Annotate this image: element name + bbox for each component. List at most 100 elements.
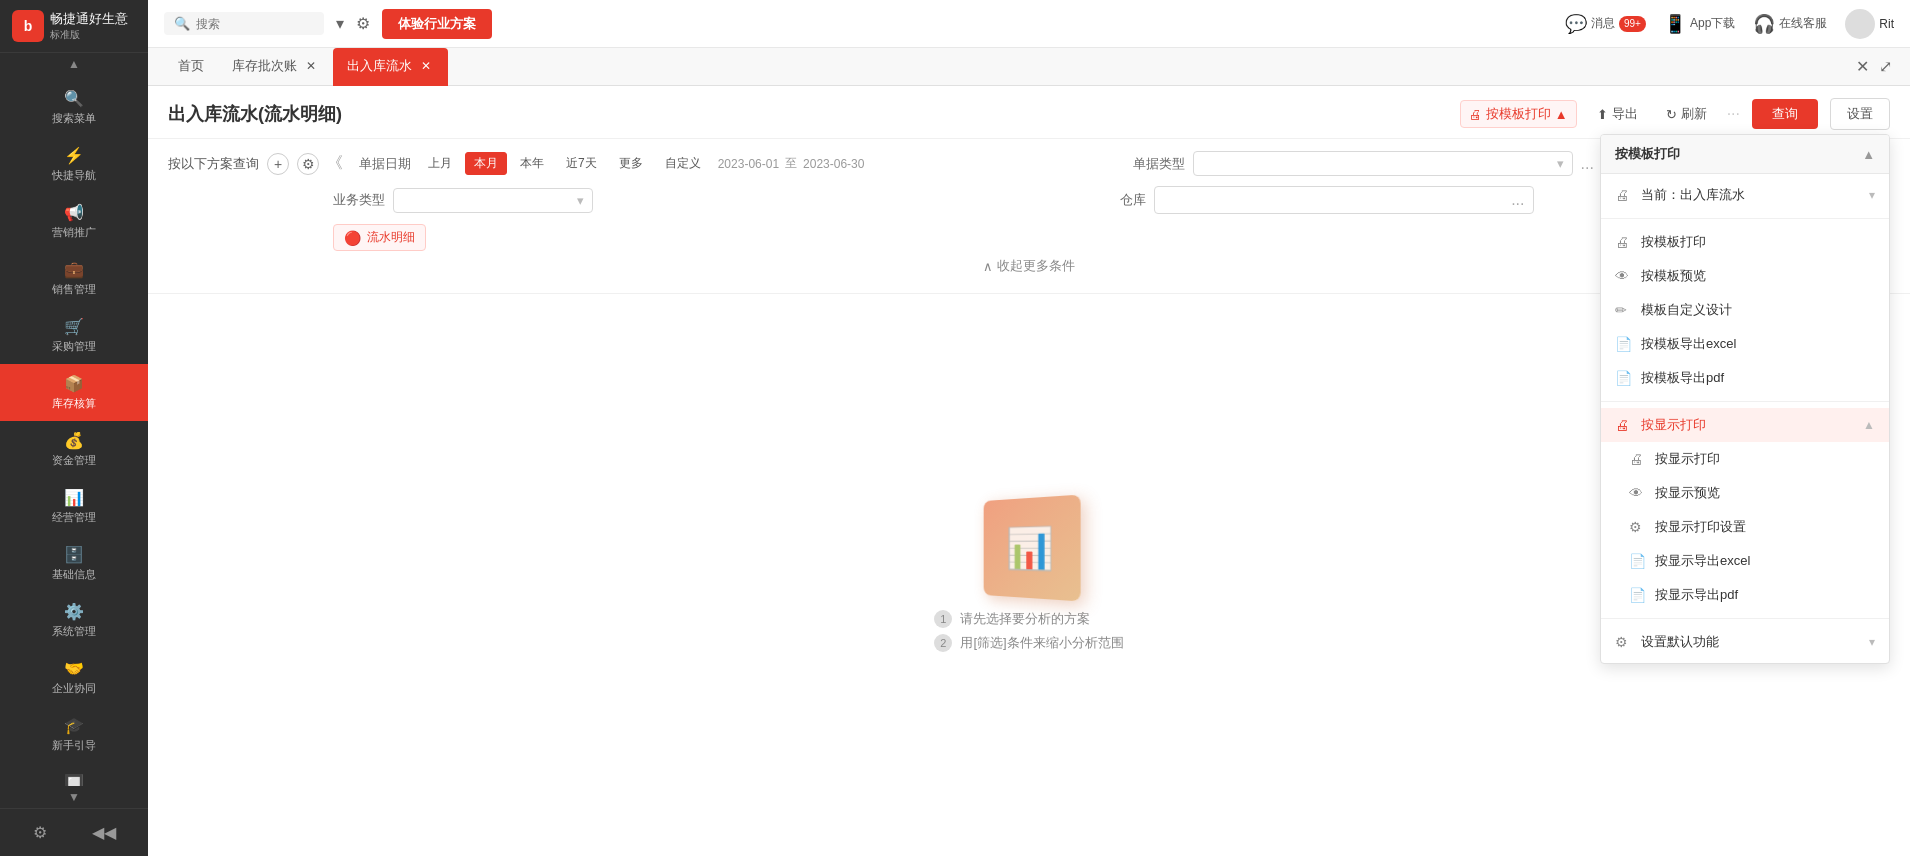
logo-icon: b [12,10,44,42]
filter-label-section: 按以下方案查询 + ⚙ 《 [168,153,343,175]
sidebar-item-purchase[interactable]: 🛒 采购管理 [0,307,148,364]
sidebar-settings-btn[interactable]: ⚙ [29,819,51,846]
template-custom-icon: ✏ [1615,302,1633,318]
search-input[interactable] [196,17,314,31]
shortcut-custom[interactable]: 自定义 [656,152,710,175]
dropdown-item-template-preview[interactable]: 👁 按模板预览 [1601,259,1889,293]
print-btn-group[interactable]: 🖨 按模板打印 ▲ [1460,100,1577,128]
sidebar-item-base[interactable]: 🗄️ 基础信息 [0,535,148,592]
shortcut-more[interactable]: 更多 [610,152,652,175]
dropdown-item-display-print[interactable]: 🖨 按显示打印 [1601,442,1889,476]
dropdown-item-template-excel[interactable]: 📄 按模板导出excel [1601,327,1889,361]
tab-close-all-btn[interactable]: ✕ [1854,55,1871,78]
warehouse-dots[interactable]: ... [1511,191,1524,209]
voucher-dots[interactable]: ... [1581,155,1594,173]
date-shortcuts: 上月 本月 本年 近7天 更多 自定义 [419,152,710,175]
tabs-bar: 首页 库存批次账 ✕ 出入库流水 ✕ ✕ ⤢ [148,48,1910,86]
sidebar: b 畅捷通好生意 标准版 ▲ 🔍 搜索菜单 ⚡ 快捷导航 📢 营销推广 💼 销售… [0,0,148,856]
export-icon: ⬆ [1597,107,1608,122]
trial-btn[interactable]: 体验行业方案 [382,9,492,39]
sidebar-item-guide[interactable]: 🎓 新手引导 [0,706,148,763]
avatar [1845,9,1875,39]
tab-batch[interactable]: 库存批次账 ✕ [218,48,333,86]
voucher-type-select[interactable]: ▾ [1193,151,1573,176]
dropdown-item-default-settings[interactable]: ⚙ 设置默认功能 ▾ [1601,625,1889,659]
message-badge: 99+ [1619,16,1646,32]
display-excel-icon: 📄 [1629,553,1647,569]
tab-batch-close[interactable]: ✕ [303,58,319,74]
system-nav-icon: ⚙️ [64,602,84,621]
tab-expand-btn[interactable]: ⤢ [1877,55,1894,78]
display-print-icon: 🖨 [1629,451,1647,467]
sidebar-item-sales[interactable]: 💼 销售管理 [0,250,148,307]
dropdown-item-template-print[interactable]: 🖨 按模板打印 [1601,225,1889,259]
sidebar-item-quick[interactable]: ⚡ 快捷导航 [0,136,148,193]
display-settings-icon: ⚙ [1629,519,1647,535]
dropdown-item-display-pdf[interactable]: 📄 按显示导出pdf [1601,578,1889,612]
display-pdf-icon: 📄 [1629,587,1647,603]
dropdown-item-display-excel[interactable]: 📄 按显示导出excel [1601,544,1889,578]
dropdown-item-template-pdf[interactable]: 📄 按模板导出pdf [1601,361,1889,395]
sidebar-item-enterprise[interactable]: 🤝 企业协同 [0,649,148,706]
service-icon: 🎧 [1753,13,1775,35]
filter-settings-btn[interactable]: ⚙ [297,153,319,175]
sidebar-item-operation[interactable]: 📊 经营管理 [0,478,148,535]
tab-home[interactable]: 首页 [164,48,218,86]
current-arrow-icon: ▾ [1869,188,1875,202]
filter-date-group: 单据日期 上月 本月 本年 近7天 更多 自定义 2023-06-01 至 [359,152,1117,175]
dropdown-item-display-settings[interactable]: ⚙ 按显示打印设置 [1601,510,1889,544]
sidebar-item-system[interactable]: ⚙️ 系统管理 [0,592,148,649]
content-area: 出入库流水(流水明细) 🖨 按模板打印 ▲ ⬆ 导出 ↻ 刷新 [148,86,1910,856]
dropdown-default-section: ⚙ 设置默认功能 ▾ [1601,621,1889,663]
filter-chip-liushui[interactable]: 🔴 流水明细 [333,224,426,251]
divider-1 [1601,218,1889,219]
sidebar-item-search[interactable]: 🔍 搜索菜单 [0,79,148,136]
sidebar-item-inventory[interactable]: 📦 库存核算 [0,364,148,421]
topbar-dropdown-icon[interactable]: ▾ [336,14,344,33]
dropdown-current-item[interactable]: 🖨 当前：出入库流水 ▾ [1601,178,1889,212]
query-button[interactable]: 查询 [1752,99,1818,129]
sidebar-bottom: ⚙ ◀◀ [0,808,148,856]
shortcut-this-year[interactable]: 本年 [511,152,553,175]
sidebar-collapse-btn[interactable]: ◀◀ [88,819,120,846]
dropdown-item-display-preview[interactable]: 👁 按显示预览 [1601,476,1889,510]
print-dropdown-panel: 按模板打印 ▲ 🖨 当前：出入库流水 ▾ [1600,134,1890,664]
collapse-more-up-icon: ∧ [983,259,993,274]
shortcut-this-month[interactable]: 本月 [465,152,507,175]
shortcut-last-7-days[interactable]: 近7天 [557,152,606,175]
template-print-icon: 🖨 [1615,234,1633,250]
warehouse-select[interactable]: ... [1154,186,1534,214]
business-type-select[interactable]: ▾ [393,188,593,213]
message-btn[interactable]: 💬 消息 99+ [1565,13,1646,35]
dropdown-item-template-custom[interactable]: ✏ 模板自定义设计 [1601,293,1889,327]
display-preview-icon: 👁 [1629,485,1647,501]
tab-flow[interactable]: 出入库流水 ✕ [333,48,448,86]
refresh-btn[interactable]: ↻ 刷新 [1658,101,1715,127]
app-download-btn[interactable]: 📱 App下载 [1664,13,1735,35]
marketing-nav-icon: 📢 [64,203,84,222]
shortcut-last-month[interactable]: 上月 [419,152,461,175]
dropdown-header-arrow[interactable]: ▲ [1862,147,1875,162]
sidebar-item-finance[interactable]: 💰 资金管理 [0,421,148,478]
tab-flow-close[interactable]: ✕ [418,58,434,74]
default-settings-icon: ⚙ [1615,634,1633,650]
sidebar-logo: b 畅捷通好生意 标准版 [0,0,148,53]
settings-button[interactable]: 设置 [1830,98,1890,130]
action-more-dots[interactable]: ··· [1727,105,1740,123]
divider-3 [1601,618,1889,619]
sidebar-scroll-down[interactable]: ▼ [0,786,148,808]
sidebar-item-apps[interactable]: 🔲 应用中心 [0,763,148,786]
topbar-gear-icon[interactable]: ⚙ [356,14,370,33]
topbar-search-box[interactable]: 🔍 [164,12,324,35]
empty-illustration: 📊 [984,495,1081,602]
online-service-btn[interactable]: 🎧 在线客服 [1753,13,1827,35]
dropdown-item-display-section-header[interactable]: 🖨 按显示打印 ▲ [1601,408,1889,442]
user-avatar-btn[interactable]: Rit [1845,9,1894,39]
purchase-nav-icon: 🛒 [64,317,84,336]
filter-collapse-icon[interactable]: 《 [327,153,343,174]
empty-step-2: 2 用[筛选]条件来缩小分析范围 [934,634,1123,652]
sidebar-scroll-up[interactable]: ▲ [0,53,148,75]
export-btn[interactable]: ⬆ 导出 [1589,101,1646,127]
sidebar-item-marketing[interactable]: 📢 营销推广 [0,193,148,250]
filter-add-btn[interactable]: + [267,153,289,175]
